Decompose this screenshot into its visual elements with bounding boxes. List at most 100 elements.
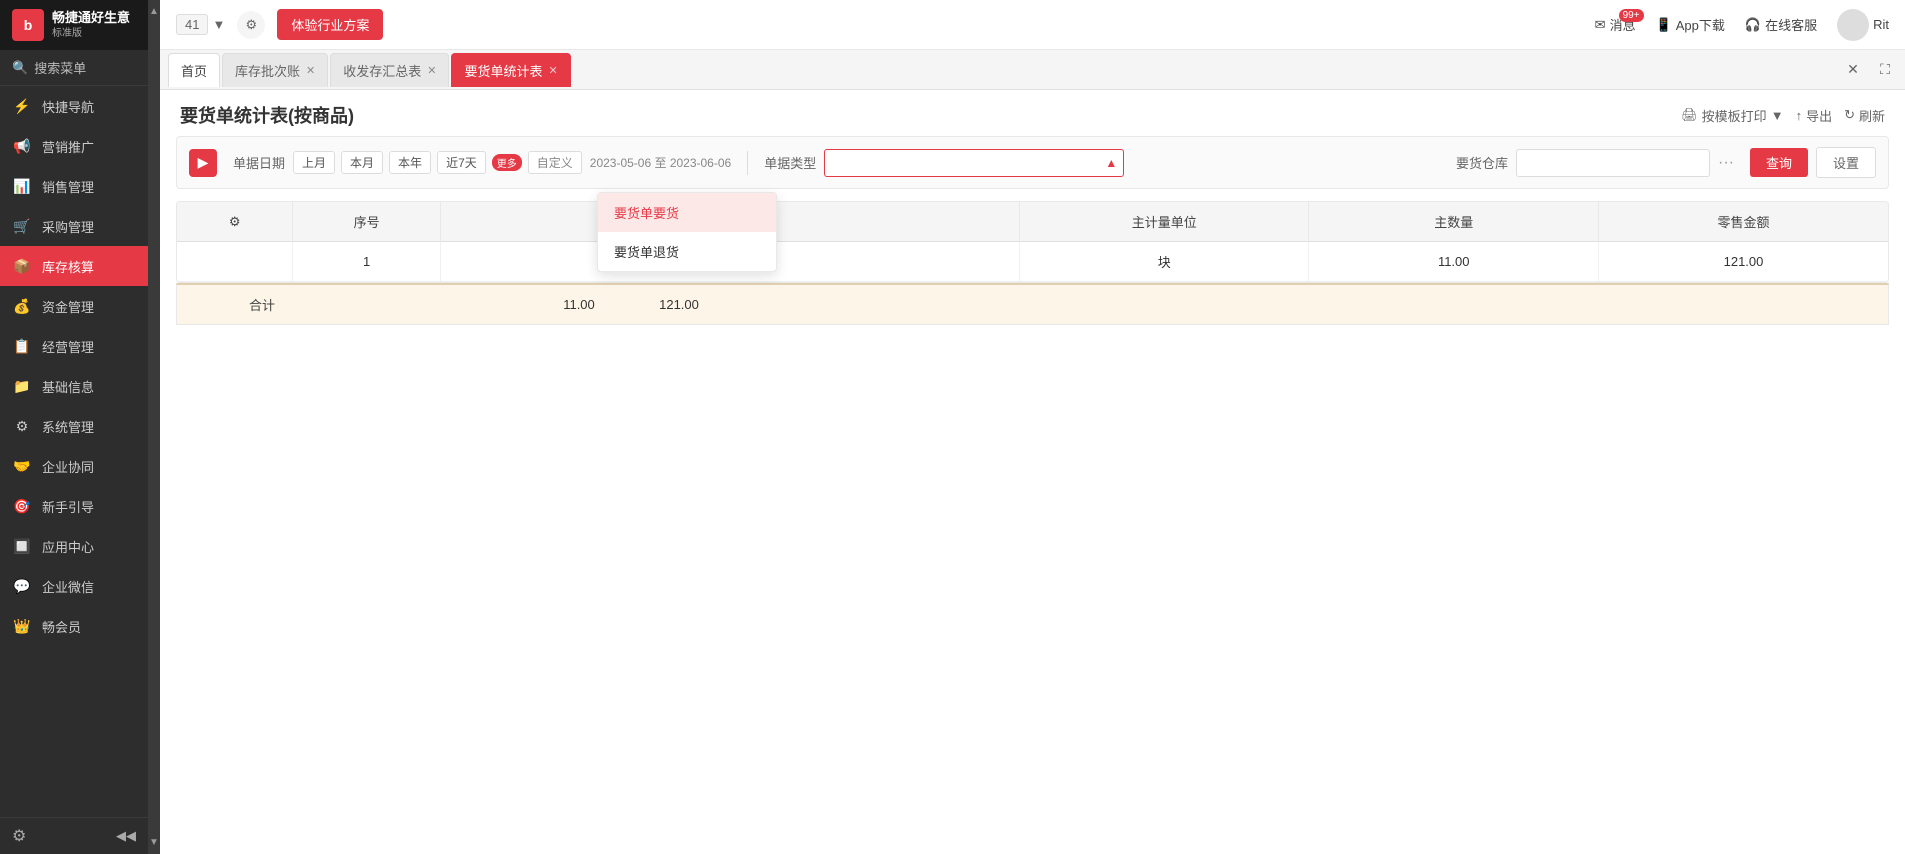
search-icon: 🔍 [12, 60, 28, 76]
cell-qty: 11.00 [1309, 242, 1599, 282]
messages-badge: 99+ [1619, 9, 1644, 22]
cell-amount: 121.00 [1598, 242, 1888, 282]
user-avatar [1837, 9, 1869, 41]
date-more-badge[interactable]: 更多 [492, 154, 522, 171]
type-dropdown: 要货单要货 要货单退货 [597, 192, 777, 272]
warehouse-filter-group: 要货仓库 ··· [1456, 149, 1734, 177]
dropdown-item-order-goods[interactable]: 要货单要货 [598, 193, 776, 232]
sidebar-item-inventory[interactable]: 📦 库存核算 [0, 246, 148, 286]
sidebar-item-finance[interactable]: 💰 资金管理 [0, 286, 148, 326]
tab-close-batch-account[interactable]: ✕ [306, 64, 315, 77]
chevron-down-icon: ▼ [1771, 108, 1784, 123]
print-icon: 🖨 [1681, 107, 1698, 123]
col-amount: 零售金额 [1598, 202, 1888, 242]
tab-selector[interactable]: 41 ▼ [176, 14, 225, 35]
dropdown-item-order-return[interactable]: 要货单退货 [598, 232, 776, 271]
date-last-7[interactable]: 近7天 [437, 151, 486, 174]
type-filter-label: 单据类型 [764, 153, 816, 172]
filter-settings-button[interactable]: 设置 [1816, 147, 1876, 178]
app-download-button[interactable]: 📱 App下载 [1656, 15, 1725, 34]
user-profile[interactable]: Rit [1837, 9, 1889, 41]
filter-divider-1 [747, 151, 748, 175]
date-filter-label: 单据日期 [233, 153, 285, 172]
sidebar-item-enterprise[interactable]: 🤝 企业协同 [0, 446, 148, 486]
expand-tab-button[interactable]: ⛶ [1873, 58, 1897, 82]
warehouse-input[interactable] [1516, 149, 1710, 177]
sidebar-item-operations[interactable]: 📋 经营管理 [0, 326, 148, 366]
tab-order-stats[interactable]: 要货单统计表 ✕ [451, 53, 570, 87]
sidebar: b 畅捷通好生意 标准版 🔍 搜索菜单 ⚡ 快捷导航 📢 营销推广 📊 销售管理… [0, 0, 148, 854]
date-this-month[interactable]: 本月 [341, 151, 383, 174]
expand-icon: ▶ [198, 154, 209, 171]
sidebar-item-app-center[interactable]: 🔲 应用中心 [0, 526, 148, 566]
date-shortcuts: 上月 本月 本年 近7天 更多 自定义 [293, 151, 582, 174]
download-icon: 📱 [1656, 17, 1672, 33]
export-button[interactable]: ↑ 导出 [1796, 106, 1833, 125]
col-no: 序号 [293, 202, 441, 242]
sidebar-nav: ⚡ 快捷导航 📢 营销推广 📊 销售管理 🛒 采购管理 📦 库存核算 💰 资金管… [0, 86, 148, 817]
sidebar-item-membership[interactable]: 👑 畅会员 [0, 606, 148, 646]
filter-more-dots[interactable]: ··· [1718, 154, 1734, 172]
cell-settings [177, 242, 293, 282]
header-right: ✉ 消息 99+ 📱 App下载 🎧 在线客服 Rit [1595, 9, 1889, 41]
membership-icon: 👑 [12, 616, 32, 636]
table-header-row: ⚙ 序号 商品 主计量单位 主数量 [177, 202, 1888, 242]
tab-close-order-stats[interactable]: ✕ [549, 64, 558, 77]
system-icon: ⚙ [12, 416, 32, 436]
close-tab-button[interactable]: ✕ [1841, 58, 1865, 82]
date-this-year[interactable]: 本年 [389, 151, 431, 174]
type-select-input[interactable] [825, 155, 1099, 170]
sidebar-item-system[interactable]: ⚙ 系统管理 [0, 406, 148, 446]
scroll-down-button[interactable]: ▼ [147, 835, 161, 850]
print-button[interactable]: 🖨 按模板打印 ▼ [1681, 106, 1783, 125]
sidebar-item-quick-nav[interactable]: ⚡ 快捷导航 [0, 86, 148, 126]
tab-home[interactable]: 首页 [168, 53, 220, 87]
online-service-button[interactable]: 🎧 在线客服 [1745, 15, 1817, 34]
tab-close-receive-summary[interactable]: ✕ [427, 64, 436, 77]
sidebar-item-marketing[interactable]: 📢 营销推广 [0, 126, 148, 166]
tab-batch-account[interactable]: 库存批次账 ✕ [222, 53, 328, 87]
sidebar-item-basic-info[interactable]: 📁 基础信息 [0, 366, 148, 406]
messages-button[interactable]: ✉ 消息 99+ [1595, 15, 1636, 34]
sales-icon: 📊 [12, 176, 32, 196]
sidebar-item-corp-wechat[interactable]: 💬 企业微信 [0, 566, 148, 606]
total-label: 合计 [189, 295, 529, 314]
sidebar-item-purchase[interactable]: 🛒 采购管理 [0, 206, 148, 246]
col-unit: 主计量单位 [1019, 202, 1309, 242]
scroll-up-button[interactable]: ▲ [147, 4, 161, 19]
cell-no: 1 [293, 242, 441, 282]
filter-bar: ▶ 单据日期 上月 本月 本年 近7天 更多 自定义 2023-05-06 至 … [176, 136, 1889, 189]
message-icon: ✉ [1595, 17, 1606, 33]
app-logo-text: 畅捷通好生意 标准版 [52, 10, 130, 40]
warehouse-filter-label: 要货仓库 [1456, 153, 1508, 172]
filter-expand-button[interactable]: ▶ [189, 149, 217, 177]
date-range-display: 2023-05-06 至 2023-06-06 [590, 154, 731, 171]
marketing-icon: 📢 [12, 136, 32, 156]
col-settings[interactable]: ⚙ [177, 202, 293, 242]
sidebar-item-sales[interactable]: 📊 销售管理 [0, 166, 148, 206]
sidebar-scroll: ▲ ▼ [148, 0, 160, 854]
date-last-month[interactable]: 上月 [293, 151, 335, 174]
trial-button[interactable]: 体验行业方案 [277, 9, 383, 40]
type-select-arrow[interactable]: ▲ [1099, 156, 1123, 170]
app-center-icon: 🔲 [12, 536, 32, 556]
col-qty: 主数量 [1309, 202, 1599, 242]
query-button[interactable]: 查询 [1750, 148, 1808, 177]
date-custom[interactable]: 自定义 [528, 151, 582, 174]
type-select-box[interactable]: ▲ [824, 149, 1124, 177]
header-gear-icon[interactable]: ⚙ [237, 11, 265, 39]
chevron-down-icon: ▼ [212, 17, 225, 32]
sidebar-item-beginner[interactable]: 🎯 新手引导 [0, 486, 148, 526]
header-left: 41 ▼ ⚙ 体验行业方案 [176, 9, 383, 40]
collapse-icon[interactable]: ◀◀ [116, 828, 136, 844]
tab-receive-summary[interactable]: 收发存汇总表 ✕ [330, 53, 449, 87]
sidebar-search[interactable]: 🔍 搜索菜单 [0, 50, 148, 86]
beginner-icon: 🎯 [12, 496, 32, 516]
refresh-button[interactable]: ↻ 刷新 [1844, 106, 1885, 125]
page-content: 要货单统计表(按商品) 🖨 按模板打印 ▼ ↑ 导出 ↻ 刷新 [160, 90, 1905, 854]
quick-nav-icon: ⚡ [12, 96, 32, 116]
basic-info-icon: 📁 [12, 376, 32, 396]
settings-icon[interactable]: ⚙ [12, 826, 26, 846]
enterprise-icon: 🤝 [12, 456, 32, 476]
export-icon: ↑ [1796, 108, 1803, 123]
